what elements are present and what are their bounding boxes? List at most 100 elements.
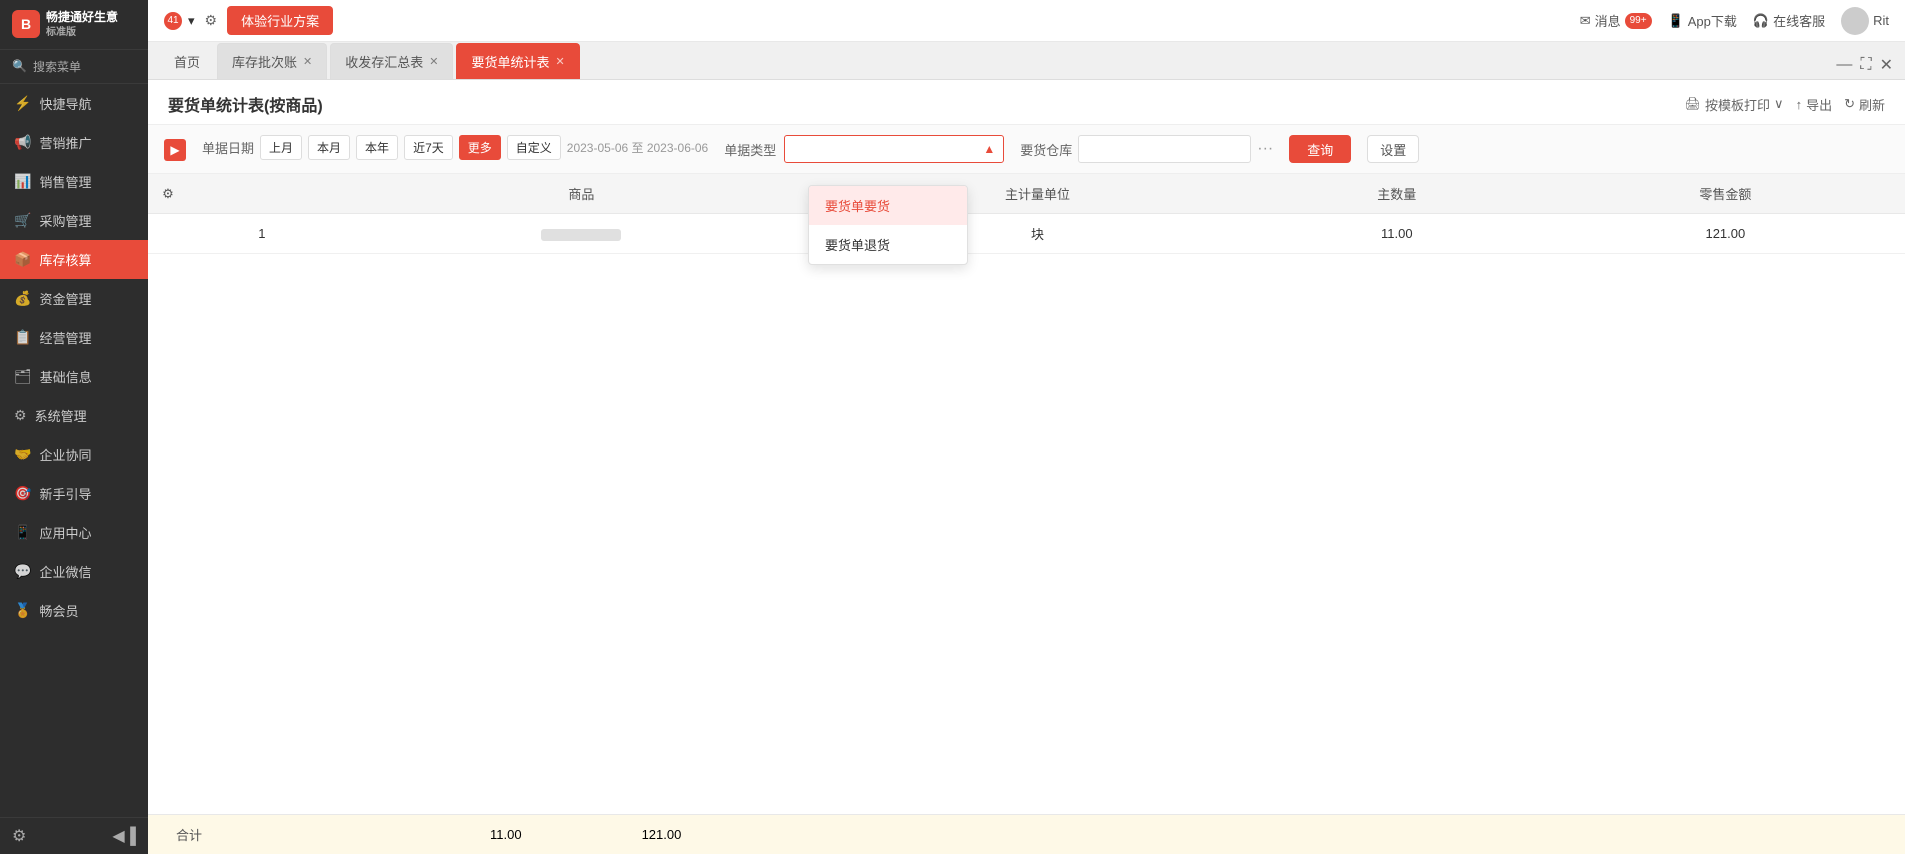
sidebar-logo: B 畅捷通好生意 标准版 <box>0 0 148 50</box>
sidebar-item-base-info[interactable]: 🗂 基础信息 <box>0 357 148 396</box>
base-info-icon: 🗂 <box>14 368 32 385</box>
this-year-btn[interactable]: 本年 <box>356 135 398 160</box>
content-area: 要货单统计表(按商品) 🖨 按模板打印 ∨ ↑ 导出 ↻ 刷新 ▶ <box>148 80 1905 854</box>
sidebar-item-label: 应用中心 <box>39 523 91 542</box>
sidebar-item-app-center[interactable]: 📱 应用中心 <box>0 513 148 552</box>
warehouse-input[interactable] <box>1078 135 1251 163</box>
type-select[interactable]: ▲ <box>784 135 1004 163</box>
table-settings-icon[interactable]: ⚙ <box>162 186 174 201</box>
cell-index: 1 <box>188 214 336 254</box>
sidebar-item-member[interactable]: 🏅 畅会员 <box>0 591 148 630</box>
sidebar-item-finance[interactable]: 💰 资金管理 <box>0 279 148 318</box>
sidebar-item-inventory[interactable]: 📦 库存核算 <box>0 240 148 279</box>
print-template-btn[interactable]: 🖨 按模板打印 ∨ <box>1685 95 1784 114</box>
app-sub: 标准版 <box>46 26 118 39</box>
last-month-btn[interactable]: 上月 <box>260 135 302 160</box>
print-label: 按模板打印 <box>1705 95 1770 114</box>
tab-close-icon[interactable]: ✕ <box>429 55 438 68</box>
sidebar: B 畅捷通好生意 标准版 🔍 搜索菜单 ⚡ 快捷导航 📢 营销推广 📊 销售管理… <box>0 0 148 854</box>
messages-btn[interactable]: ✉ 消息 99+ <box>1580 11 1652 30</box>
custom-date-btn[interactable]: 自定义 <box>507 135 561 160</box>
sidebar-item-marketing[interactable]: 📢 营销推广 <box>0 123 148 162</box>
tab-order-stats[interactable]: 要货单统计表 ✕ <box>456 43 579 79</box>
tab-label: 库存批次账 <box>232 52 297 71</box>
tab-controls: — ⛶ ✕ <box>1836 55 1893 79</box>
topbar-gear-icon[interactable]: ⚙ <box>205 12 218 29</box>
query-btn[interactable]: 查询 <box>1289 135 1351 163</box>
app-download-btn[interactable]: 📱 App下载 <box>1668 11 1737 30</box>
sidebar-item-wechat[interactable]: 💬 企业微信 <box>0 552 148 591</box>
sidebar-item-label: 新手引导 <box>39 484 91 503</box>
last7days-btn[interactable]: 近7天 <box>404 135 453 160</box>
cell-quantity: 11.00 <box>1248 214 1546 254</box>
tab-batch-account[interactable]: 库存批次账 ✕ <box>217 43 327 79</box>
sidebar-item-label: 系统管理 <box>35 406 87 425</box>
table-row: 1 块 11.00 121.00 <box>148 214 1905 254</box>
footer-label: 合计 <box>160 825 410 844</box>
date-range-text: 2023-05-06 至 2023-06-06 <box>567 139 708 156</box>
sidebar-item-label: 基础信息 <box>40 367 92 386</box>
dropdown-item-order-return[interactable]: 要货单退货 <box>809 225 967 264</box>
settings-btn[interactable]: 设置 <box>1367 135 1419 163</box>
sidebar-item-purchase[interactable]: 🛒 采购管理 <box>0 201 148 240</box>
user-name: Rit <box>1873 13 1889 28</box>
tab-label: 收发存汇总表 <box>345 52 423 71</box>
trial-btn[interactable]: 体验行业方案 <box>227 6 333 35</box>
more-btn[interactable]: 更多 <box>459 135 501 160</box>
sidebar-item-guide[interactable]: 🎯 新手引导 <box>0 474 148 513</box>
tab-receive-summary[interactable]: 收发存汇总表 ✕ <box>330 43 453 79</box>
sidebar-item-enterprise[interactable]: 🤝 企业协同 <box>0 435 148 474</box>
cell-product <box>336 214 828 254</box>
tab-close-icon[interactable]: ✕ <box>303 55 312 68</box>
type-filter-group: 单据类型 ▲ <box>724 135 1004 163</box>
filter-toggle-btn[interactable]: ▶ <box>164 139 186 161</box>
this-month-btn[interactable]: 本月 <box>308 135 350 160</box>
sidebar-item-label: 营销推广 <box>39 133 91 152</box>
app-center-icon: 📱 <box>14 524 31 541</box>
app-name: 畅捷通好生意 <box>46 10 118 26</box>
sidebar-item-label: 企业协同 <box>39 445 91 464</box>
refresh-icon: ↻ <box>1844 96 1855 112</box>
col-quantity: 主数量 <box>1248 174 1546 214</box>
topbar-left: 41 ▾ ⚙ 体验行业方案 <box>164 6 333 35</box>
online-service-btn[interactable]: 🎧 在线客服 <box>1753 11 1825 30</box>
app-icon: 📱 <box>1668 13 1684 29</box>
member-icon: 🏅 <box>14 602 31 619</box>
sidebar-settings-btn[interactable]: ⚙ <box>12 826 26 846</box>
date-filter-label: 单据日期 <box>202 138 254 157</box>
store-badge: 41 <box>164 12 182 30</box>
dropdown-item-order-goods[interactable]: 要货单要货 <box>809 186 967 225</box>
export-icon: ↑ <box>1796 97 1803 112</box>
topbar-right: ✉ 消息 99+ 📱 App下载 🎧 在线客服 Rit <box>1580 7 1889 35</box>
col-index <box>188 174 336 214</box>
sidebar-item-system[interactable]: ⚙ 系统管理 <box>0 396 148 435</box>
sidebar-item-label: 资金管理 <box>39 289 91 308</box>
refresh-btn[interactable]: ↻ 刷新 <box>1844 95 1885 114</box>
sidebar-collapse-btn[interactable]: ◀▐ <box>112 826 136 846</box>
finance-icon: 💰 <box>14 290 31 307</box>
sidebar-search[interactable]: 🔍 搜索菜单 <box>0 50 148 84</box>
table-footer: 合计 11.00 121.00 <box>148 814 1905 854</box>
data-table: ⚙ 商品 主计量单位 主数量 零售金额 1 <box>148 174 1905 254</box>
messages-badge: 99+ <box>1625 13 1652 29</box>
main-area: 41 ▾ ⚙ 体验行业方案 ✉ 消息 99+ 📱 App下载 🎧 在线客服 <box>148 0 1905 854</box>
store-selector[interactable]: 41 ▾ <box>164 12 195 30</box>
tab-home[interactable]: 首页 <box>160 44 214 79</box>
sidebar-item-operation[interactable]: 📋 经营管理 <box>0 318 148 357</box>
sidebar-item-quick-nav[interactable]: ⚡ 快捷导航 <box>0 84 148 123</box>
warehouse-more-icon[interactable]: ··· <box>1257 140 1273 158</box>
service-icon: 🎧 <box>1753 13 1769 29</box>
tab-close-all-icon[interactable]: ✕ <box>1880 55 1893 75</box>
export-btn[interactable]: ↑ 导出 <box>1796 95 1833 114</box>
table-container: ⚙ 商品 主计量单位 主数量 零售金额 1 <box>148 174 1905 814</box>
sidebar-item-label: 畅会员 <box>39 601 78 620</box>
warehouse-label: 要货仓库 <box>1020 140 1072 159</box>
tab-minimize-icon[interactable]: — <box>1836 56 1852 74</box>
sidebar-bottom: ⚙ ◀▐ <box>0 817 148 854</box>
date-filter-group: 单据日期 上月 本月 本年 近7天 更多 自定义 2023-05-06 至 20… <box>202 135 708 160</box>
tab-expand-icon[interactable]: ⛶ <box>1860 56 1871 74</box>
tab-close-icon[interactable]: ✕ <box>556 55 565 68</box>
user-menu[interactable]: Rit <box>1841 7 1889 35</box>
expand-icon: ∨ <box>1774 96 1784 112</box>
sidebar-item-sales[interactable]: 📊 销售管理 <box>0 162 148 201</box>
